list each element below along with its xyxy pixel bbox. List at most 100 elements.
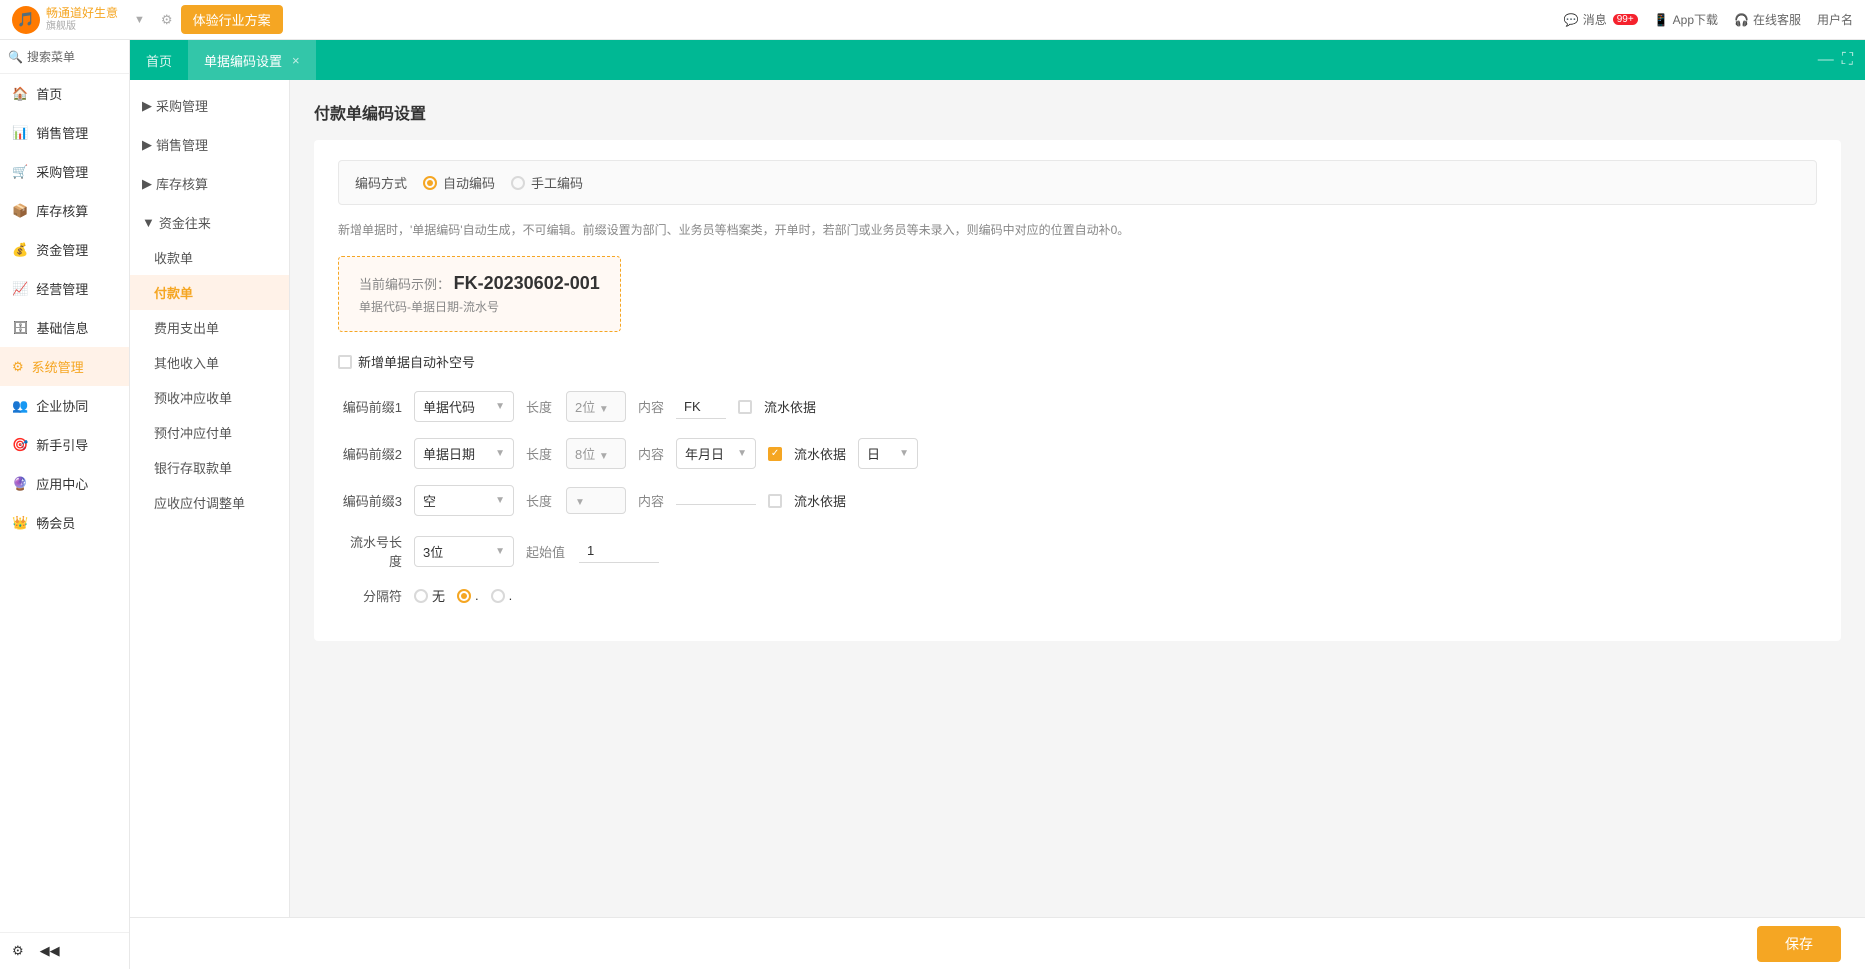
download-icon: 📱 (1654, 13, 1669, 27)
enterprise-icon: 👥 (12, 398, 28, 414)
sep-dot-radio[interactable] (457, 589, 471, 603)
prefix1-length-label: 长度 (526, 397, 552, 416)
sep-other-radio[interactable] (491, 589, 505, 603)
separator-label: 分隔符 (338, 586, 402, 605)
header-dropdown[interactable]: ▼ (126, 14, 153, 26)
sidebar-item-finance[interactable]: 💰 资金管理 (0, 230, 129, 269)
sep-none-radio[interactable] (414, 589, 428, 603)
message-button[interactable]: 💬 消息 99+ (1564, 11, 1638, 28)
sub-group-inventory-header[interactable]: ▶ 库存核算 (130, 166, 289, 201)
manual-radio[interactable] (511, 176, 525, 190)
sidebar-item-guide[interactable]: 🎯 新手引导 (0, 425, 129, 464)
sidebar-item-management[interactable]: 📈 经营管理 (0, 269, 129, 308)
user-name[interactable]: 用户名 (1817, 11, 1853, 28)
sub-group-capital: ▼ 资金往来 收款单 付款单 费用支出单 其他收入单 预收冲应收单 预付冲应付单… (130, 205, 289, 520)
prefix2-select[interactable]: 单据日期 ▼ (414, 438, 514, 469)
prefix2-label: 编码前缀2 (338, 444, 402, 463)
chevron-right-inv-icon: ▶ (142, 176, 152, 192)
prefix2-content-chevron-icon: ▼ (737, 448, 747, 459)
sub-group-capital-header[interactable]: ▼ 资金往来 (130, 205, 289, 240)
auto-fill-label: 新增单据自动补空号 (358, 352, 475, 371)
prefix3-label: 编码前缀3 (338, 491, 402, 510)
tab-home[interactable]: 首页 (130, 40, 188, 80)
sub-group-sales-header[interactable]: ▶ 销售管理 (130, 127, 289, 162)
chevron-down-cap-icon: ▼ (142, 215, 155, 230)
sidebar-item-member[interactable]: 👑 畅会员 (0, 503, 129, 542)
sub-item-pre-pay[interactable]: 预付冲应付单 (130, 415, 289, 450)
prefix2-period-select[interactable]: 日 ▼ (858, 438, 918, 469)
sidebar-item-inventory[interactable]: 📦 库存核算 (0, 191, 129, 230)
sidebar-item-base[interactable]: 🗄 基础信息 (0, 308, 129, 347)
sub-group-purchase-header[interactable]: ▶ 采购管理 (130, 88, 289, 123)
top-header: 🎵 畅通道好生意 旗舰版 ▼ ⚙ 体验行业方案 💬 消息 99+ 📱 App下载… (0, 0, 1865, 40)
sep-dot-option[interactable]: . (457, 588, 479, 603)
content-area: ▶ 采购管理 ▶ 销售管理 ▶ 库存核算 (130, 80, 1865, 917)
prefix1-content-value: FK (676, 395, 726, 419)
prefix3-select[interactable]: 空 ▼ (414, 485, 514, 516)
auto-fill-checkbox[interactable] (338, 355, 352, 369)
sub-group-purchase: ▶ 采购管理 (130, 88, 289, 123)
code-example-box: 当前编码示例： FK-20230602-001 单据代码-单据日期-流水号 (338, 256, 621, 332)
sub-item-bank[interactable]: 银行存取款单 (130, 450, 289, 485)
auto-radio-label[interactable]: 自动编码 (423, 173, 495, 192)
sub-item-adjust[interactable]: 应收应付调整单 (130, 485, 289, 520)
tab-minimize-icon[interactable]: — (1818, 51, 1834, 69)
experience-button[interactable]: 体验行业方案 (181, 5, 283, 34)
save-button[interactable]: 保存 (1757, 926, 1841, 962)
tab-expand-icon[interactable]: ⛶ (1842, 51, 1853, 69)
inventory-icon: 📦 (12, 203, 28, 219)
sub-item-other-income[interactable]: 其他收入单 (130, 345, 289, 380)
sub-item-payment[interactable]: 付款单 (130, 275, 289, 310)
sidebar-item-home[interactable]: 🏠 首页 (0, 74, 129, 113)
base-icon: 🗄 (12, 320, 29, 336)
search-icon: 🔍 (8, 50, 23, 64)
sub-item-expense[interactable]: 费用支出单 (130, 310, 289, 345)
message-badge: 99+ (1613, 14, 1638, 25)
code-example-label: 当前编码示例： FK-20230602-001 (359, 273, 600, 294)
sep-none-option[interactable]: 无 (414, 586, 445, 605)
settings-bottom-icon[interactable]: ⚙ (12, 943, 24, 959)
sidebar: 🔍 搜索菜单 🏠 首页 📊 销售管理 🛒 采购管理 📦 库存核算 💰 资金管理 … (0, 40, 130, 969)
prefix1-serial-checkbox[interactable] (738, 400, 752, 414)
purchase-icon: 🛒 (12, 164, 28, 180)
prefix1-serial-label: 流水依据 (764, 397, 816, 416)
auto-radio[interactable] (423, 176, 437, 190)
sidebar-item-system[interactable]: ⚙ 系统管理 (0, 347, 129, 386)
prefix1-label: 编码前缀1 (338, 397, 402, 416)
prefix3-length-label: 长度 (526, 491, 552, 510)
apps-icon: 🔮 (12, 476, 28, 492)
serial-length-select[interactable]: 3位 ▼ (414, 536, 514, 567)
prefix2-row: 编码前缀2 单据日期 ▼ 长度 8位 ▼ 内容 年月日 (338, 438, 1817, 469)
tab-encoding[interactable]: 单据编码设置 × (188, 40, 316, 80)
collapse-icon[interactable]: ◀◀ (40, 943, 60, 959)
prefix2-content-select[interactable]: 年月日 ▼ (676, 438, 756, 469)
prefix2-serial-checkbox[interactable] (768, 447, 782, 461)
main-layout: 🔍 搜索菜单 🏠 首页 📊 销售管理 🛒 采购管理 📦 库存核算 💰 资金管理 … (0, 40, 1865, 969)
header-right: 💬 消息 99+ 📱 App下载 🎧 在线客服 用户名 (1564, 11, 1853, 28)
sidebar-item-enterprise[interactable]: 👥 企业协同 (0, 386, 129, 425)
sidebar-item-sales[interactable]: 📊 销售管理 (0, 113, 129, 152)
settings-icon[interactable]: ⚙ (161, 12, 173, 28)
prefix1-content-label: 内容 (638, 397, 664, 416)
prefix3-serial-checkbox[interactable] (768, 494, 782, 508)
sub-item-receipt[interactable]: 收款单 (130, 240, 289, 275)
start-value-input[interactable]: 1 (579, 539, 659, 563)
service-button[interactable]: 🎧 在线客服 (1734, 11, 1801, 28)
manual-radio-label[interactable]: 手工编码 (511, 173, 583, 192)
prefix2-content-label: 内容 (638, 444, 664, 463)
page-title: 付款单编码设置 (314, 100, 1841, 124)
tab-close-icon[interactable]: × (292, 53, 300, 68)
logo-text: 畅通道好生意 旗舰版 (46, 6, 118, 32)
content-wrapper: 首页 单据编码设置 × — ⛶ ▶ 采购管理 (130, 40, 1865, 969)
sidebar-item-purchase[interactable]: 🛒 采购管理 (0, 152, 129, 191)
code-example-value: FK-20230602-001 (454, 273, 600, 293)
message-icon: 💬 (1564, 13, 1579, 27)
download-button[interactable]: 📱 App下载 (1654, 11, 1718, 28)
prefix1-select[interactable]: 单据代码 ▼ (414, 391, 514, 422)
sub-item-pre-receipt[interactable]: 预收冲应收单 (130, 380, 289, 415)
sep-other-option[interactable]: . (491, 588, 513, 603)
prefix3-content-value (676, 496, 756, 505)
search-menu[interactable]: 🔍 搜索菜单 (0, 40, 129, 74)
sidebar-item-apps[interactable]: 🔮 应用中心 (0, 464, 129, 503)
mgmt-icon: 📈 (12, 281, 28, 297)
